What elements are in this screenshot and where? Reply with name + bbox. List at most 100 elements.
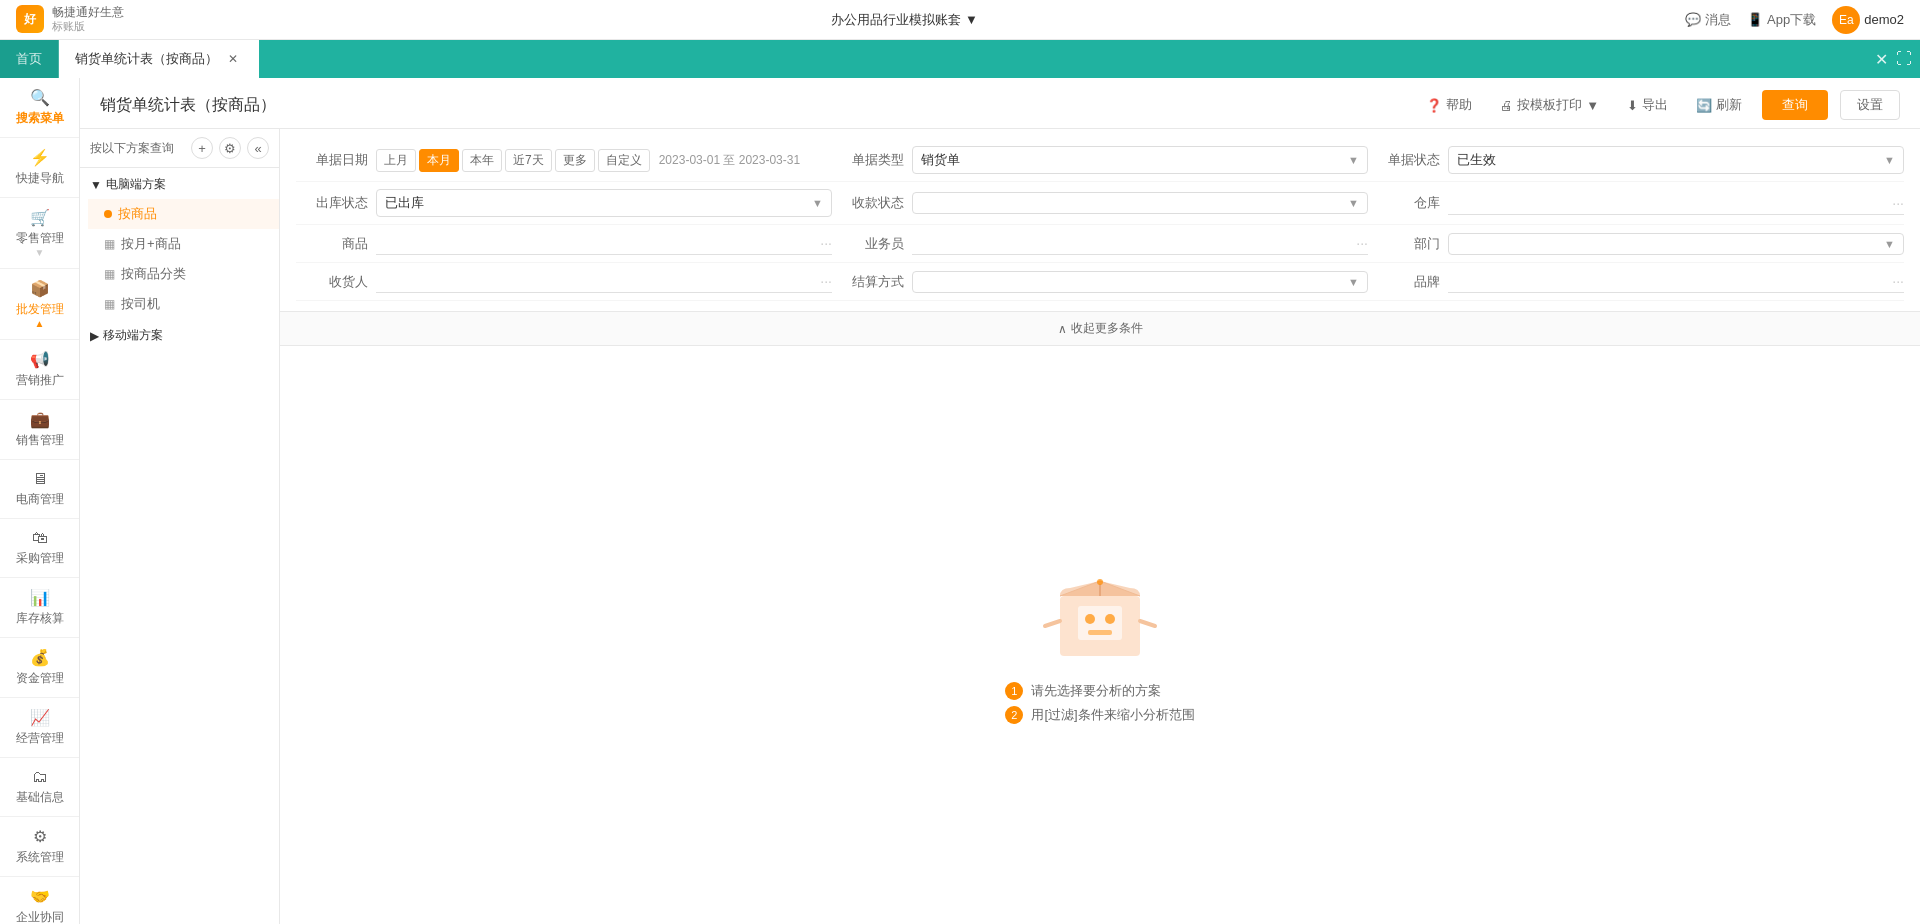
print-button[interactable]: 🖨 按模板打印 ▼: [1492, 92, 1607, 118]
salesman-input[interactable]: ···: [912, 232, 1368, 255]
logo-sub: 标账版: [52, 19, 124, 34]
date-this-year[interactable]: 本年: [462, 149, 502, 172]
sidebar-item-inventory[interactable]: 📊 库存核算: [0, 578, 79, 638]
export-icon: ⬇: [1627, 98, 1638, 113]
refresh-button[interactable]: 🔄 刷新: [1688, 92, 1750, 118]
dept-select[interactable]: ▼: [1448, 233, 1904, 255]
system-icon: ⚙: [33, 827, 47, 846]
collect-status-select[interactable]: ▼: [912, 192, 1368, 214]
collect-status-label: 收款状态: [832, 194, 912, 212]
message-button[interactable]: 💬 消息: [1685, 11, 1731, 29]
left-panel: 按以下方案查询 + ⚙ « ▼ 电脑端方案: [80, 129, 280, 924]
svg-line-8: [1140, 621, 1155, 626]
logo-text-group: 畅捷通好生意 标账版: [52, 5, 124, 34]
out-status-value: 已出库: [385, 194, 812, 212]
collapse-panel-button[interactable]: «: [247, 137, 269, 159]
tab-report[interactable]: 销货单统计表（按商品） ✕: [59, 40, 259, 78]
scheme-by-month-product[interactable]: ▦ 按月+商品: [88, 229, 279, 259]
tab-close-icon[interactable]: ✕: [224, 50, 242, 68]
doc-type-value: 销货单: [921, 151, 1348, 169]
receiver-more-icon[interactable]: ···: [820, 273, 832, 289]
dept-arrow-icon: ▼: [1884, 238, 1895, 250]
sidebar-search[interactable]: 🔍 搜索菜单: [0, 78, 79, 138]
receiver-filter-cell: 收货人 ···: [296, 263, 832, 301]
empty-illustration: [1040, 546, 1160, 666]
top-right-actions: 💬 消息 📱 App下载 Ea demo2: [1685, 6, 1904, 34]
product-more-icon[interactable]: ···: [820, 235, 832, 251]
doc-type-select[interactable]: 销货单 ▼: [912, 146, 1368, 174]
export-button[interactable]: ⬇ 导出: [1619, 92, 1676, 118]
sidebar-item-ecom[interactable]: 🖥 电商管理: [0, 460, 79, 519]
query-button[interactable]: 查询: [1762, 90, 1828, 120]
ecom-icon: 🖥: [32, 470, 48, 488]
date-this-month[interactable]: 本月: [419, 149, 459, 172]
settlement-select[interactable]: ▼: [912, 271, 1368, 293]
brand-more-icon[interactable]: ···: [1892, 273, 1904, 289]
settings-button[interactable]: 设置: [1840, 90, 1900, 120]
sidebar-item-enterprise[interactable]: 🤝 企业协同: [0, 877, 79, 924]
out-status-select[interactable]: 已出库 ▼: [376, 189, 832, 217]
tab-maximize-icon[interactable]: ⛶: [1896, 50, 1912, 68]
brand-input[interactable]: ···: [1448, 270, 1904, 293]
sidebar-item-finance[interactable]: 💰 资金管理: [0, 638, 79, 698]
sidebar-item-sales[interactable]: 💼 销售管理: [0, 400, 79, 460]
warehouse-input[interactable]: ···: [1448, 192, 1904, 215]
scheme-by-product[interactable]: 按商品: [88, 199, 279, 229]
desktop-group-header[interactable]: ▼ 电脑端方案: [80, 168, 279, 199]
collapse-filters-button[interactable]: ∧ 收起更多条件: [1058, 320, 1143, 337]
product-filter-cell: 商品 ···: [296, 225, 832, 263]
tab-home[interactable]: 首页: [0, 40, 59, 78]
date-custom[interactable]: 自定义: [598, 149, 650, 172]
scheme-by-cashier[interactable]: ▦ 按司机: [88, 289, 279, 319]
salesman-more-icon[interactable]: ···: [1356, 235, 1368, 251]
empty-tip-2: 2 用[过滤]条件来缩小分析范围: [1005, 706, 1194, 724]
add-scheme-button[interactable]: +: [191, 137, 213, 159]
operation-icon: 📈: [30, 708, 50, 727]
doc-type-label: 单据类型: [832, 151, 912, 169]
page-title: 销货单统计表（按商品）: [100, 95, 276, 116]
sidebar-item-purchase[interactable]: 🛍 采购管理: [0, 519, 79, 578]
page-header: 销货单统计表（按商品） ❓ 帮助 🖨 按模板打印 ▼ ⬇ 导出 🔄 刷新: [80, 78, 1920, 129]
tab-close-all-icon[interactable]: ✕: [1875, 50, 1888, 69]
sidebar-item-wholesale[interactable]: 📦 批发管理 ▲: [0, 269, 79, 340]
doc-type-arrow-icon: ▼: [1348, 154, 1359, 166]
date-more[interactable]: 更多: [555, 149, 595, 172]
workspace-name: 办公用品行业模拟账套: [831, 11, 961, 29]
scheme-by-category[interactable]: ▦ 按商品分类: [88, 259, 279, 289]
left-panel-title: 按以下方案查询: [90, 140, 174, 157]
sidebar-item-system[interactable]: ⚙ 系统管理: [0, 817, 79, 877]
receiver-label: 收货人: [296, 273, 376, 291]
product-input[interactable]: ···: [376, 232, 832, 255]
app-icon: 📱: [1747, 12, 1763, 27]
collect-status-arrow-icon: ▼: [1348, 197, 1359, 209]
app-download-button[interactable]: 📱 App下载: [1747, 11, 1816, 29]
filter-row-1: 单据日期 上月 本月 本年 近7天 更多 自定义 2023-03-01 至 20…: [296, 139, 1904, 182]
tab-bar-actions: ✕ ⛶: [1875, 40, 1920, 78]
sidebar-quick-nav[interactable]: ⚡ 快捷导航: [0, 138, 79, 198]
nav-icon: ⚡: [30, 148, 50, 167]
dept-filter-cell: 部门 ▼: [1368, 225, 1904, 263]
workspace-selector[interactable]: 办公用品行业模拟账套 ▼: [124, 11, 1685, 29]
sidebar-item-marketing[interactable]: 📢 营销推广: [0, 340, 79, 400]
doc-status-select[interactable]: 已生效 ▼: [1448, 146, 1904, 174]
inventory-icon: 📊: [30, 588, 50, 607]
date-prev-month[interactable]: 上月: [376, 149, 416, 172]
svg-point-6: [1097, 579, 1103, 585]
sidebar-item-retail[interactable]: 🛒 零售管理 ▼: [0, 198, 79, 269]
scheme-settings-button[interactable]: ⚙: [219, 137, 241, 159]
help-button[interactable]: ❓ 帮助: [1418, 92, 1480, 118]
mobile-group-header[interactable]: ▶ 移动端方案: [80, 319, 279, 350]
tip-num-2: 2: [1005, 706, 1023, 724]
settlement-label: 结算方式: [832, 273, 912, 291]
enterprise-icon: 🤝: [30, 887, 50, 906]
date-7days[interactable]: 近7天: [505, 149, 552, 172]
scheme-cashier-icon: ▦: [104, 297, 115, 311]
sidebar-item-basic[interactable]: 🗂 基础信息: [0, 758, 79, 817]
sidebar-item-operation[interactable]: 📈 经营管理: [0, 698, 79, 758]
avatar: Ea: [1832, 6, 1860, 34]
retail-expand-icon: ▼: [35, 247, 45, 258]
user-area[interactable]: Ea demo2: [1832, 6, 1904, 34]
receiver-input[interactable]: ···: [376, 270, 832, 293]
warehouse-more-icon[interactable]: ···: [1892, 195, 1904, 211]
brand-filter-cell: 品牌 ···: [1368, 263, 1904, 301]
